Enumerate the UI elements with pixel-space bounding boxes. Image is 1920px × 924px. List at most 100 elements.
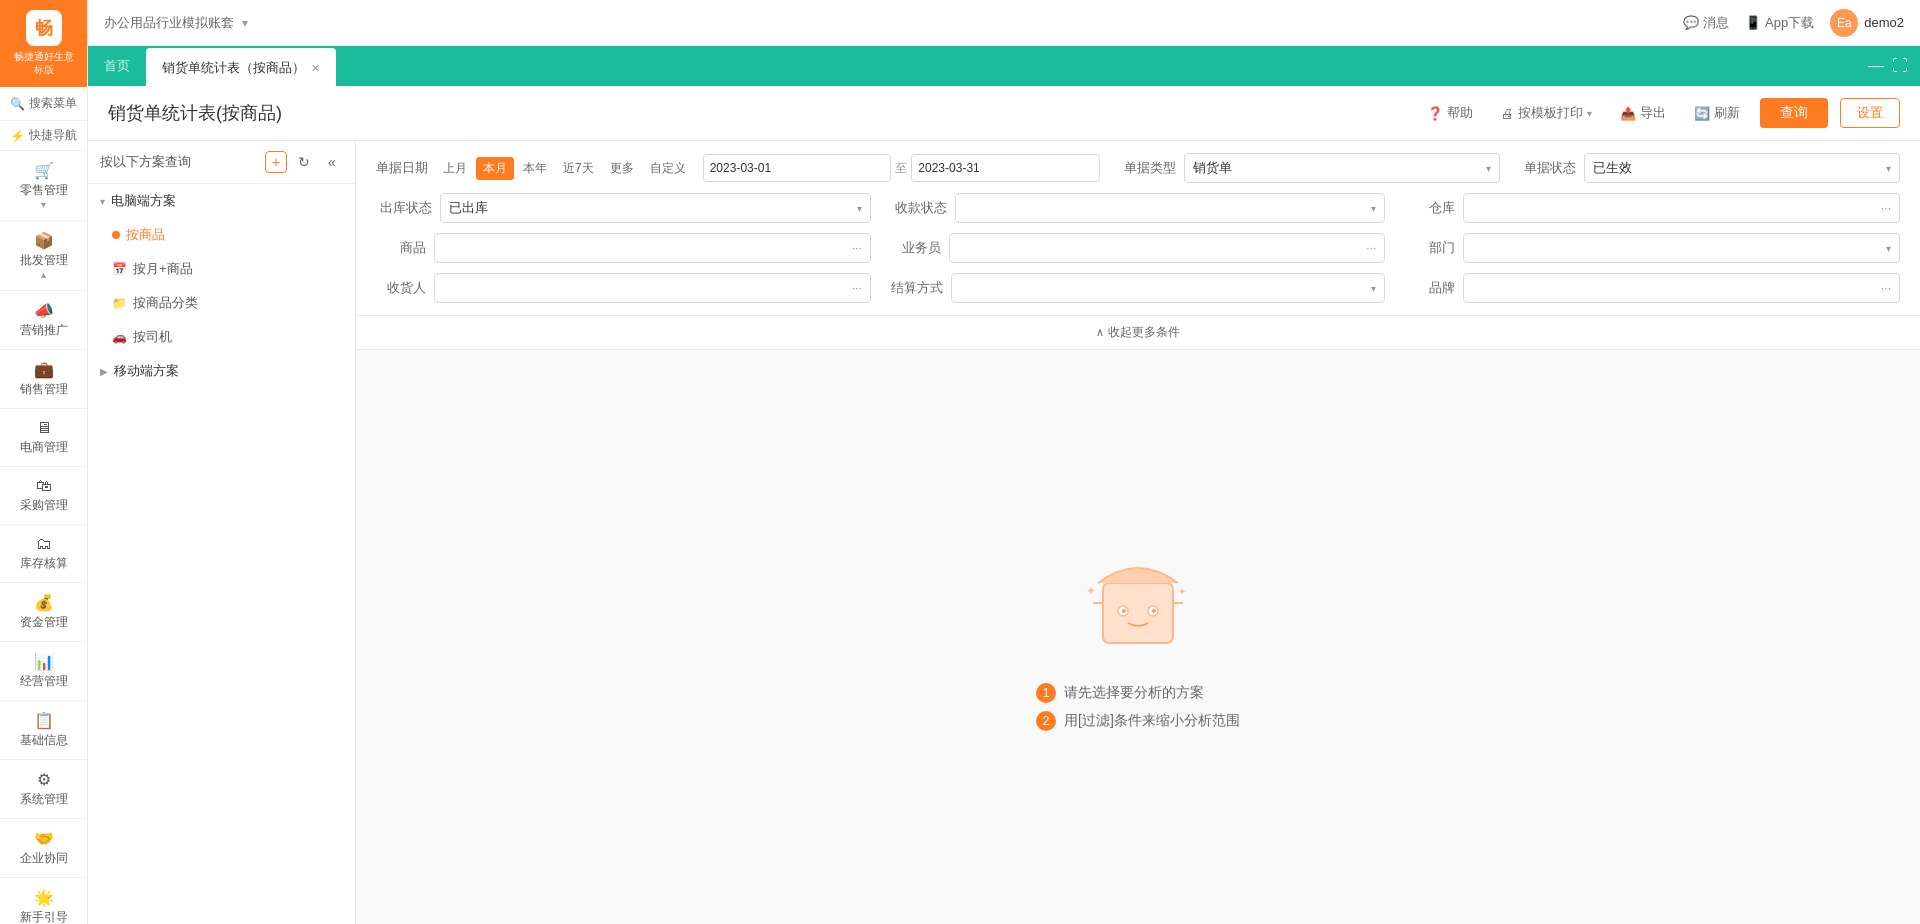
base-icon: 📋 — [34, 711, 54, 730]
tree-section-mobile[interactable]: ▶ 移动端方案 — [88, 354, 355, 388]
sidebar-item-system[interactable]: ⚙ 系统管理 — [0, 760, 87, 819]
sidebar-item-retail[interactable]: 🛒 零售管理 ▾ — [0, 151, 87, 221]
date-btn-7days[interactable]: 近7天 — [556, 157, 601, 180]
sidebar-logo[interactable]: 畅 畅捷通好生意 标版 — [0, 0, 87, 87]
salesman-more-icon[interactable]: ··· — [1366, 241, 1376, 255]
export-icon: 📤 — [1620, 106, 1636, 121]
tab-close-icon[interactable]: ✕ — [311, 62, 320, 75]
sidebar-quicknav[interactable]: ⚡ 快捷导航 — [0, 121, 87, 151]
date-btn-this-year[interactable]: 本年 — [516, 157, 554, 180]
month-icon: 📅 — [112, 262, 127, 276]
export-btn[interactable]: 📤 导出 — [1612, 100, 1674, 126]
message-action[interactable]: 💬 消息 — [1683, 14, 1729, 32]
date-to-input[interactable] — [911, 154, 1100, 182]
sidebar-item-finance[interactable]: 💰 资金管理 — [0, 583, 87, 642]
tab-minimize-btn[interactable]: — — [1868, 57, 1884, 75]
sidebar-item-inventory[interactable]: 🗂 库存核算 — [0, 525, 87, 583]
receiptstatus-dropdown[interactable]: ▾ — [955, 193, 1386, 223]
tree-section-desktop[interactable]: ▾ 电脑端方案 — [88, 184, 355, 218]
print-dropdown-icon[interactable]: ▾ — [1587, 108, 1592, 119]
brand-label: 品牌 — [1405, 279, 1455, 297]
help-btn[interactable]: ❓ 帮助 — [1419, 100, 1481, 126]
doctype-dropdown[interactable]: 销货单 ▾ — [1184, 153, 1500, 183]
goods-dropdown[interactable]: ··· — [434, 233, 871, 263]
filter-cell-receiver: 收货人 ··· — [376, 273, 871, 303]
warehouse-dropdown[interactable]: ··· — [1463, 193, 1900, 223]
sidebar-item-ecommerce[interactable]: 🖥 电商管理 — [0, 409, 87, 467]
quicknav-icon: ⚡ — [10, 129, 25, 143]
base-label: 基础信息 — [20, 732, 68, 749]
outstatus-value: 已出库 — [449, 199, 488, 217]
warehouse-label: 仓库 — [1405, 199, 1455, 217]
warehouse-more-icon[interactable]: ··· — [1881, 201, 1891, 215]
date-btn-last-month[interactable]: 上月 — [436, 157, 474, 180]
tree-item-by-category[interactable]: 📁 按商品分类 — [88, 286, 355, 320]
newbie-icon: 🌟 — [34, 888, 54, 907]
collapse-bar[interactable]: ∧ 收起更多条件 — [356, 316, 1920, 350]
date-btn-custom[interactable]: 自定义 — [643, 157, 693, 180]
department-dropdown[interactable]: ▾ — [1463, 233, 1900, 263]
print-btn[interactable]: 🖨 按模板打印 ▾ — [1493, 100, 1600, 126]
docstatus-dropdown[interactable]: 已生效 ▾ — [1584, 153, 1900, 183]
brand-more-icon[interactable]: ··· — [1881, 281, 1891, 295]
settlement-arrow: ▾ — [1371, 283, 1376, 294]
date-separator: 至 — [895, 160, 907, 177]
filter-cell-salesman: 业务员 ··· — [891, 233, 1386, 263]
receiver-more-icon[interactable]: ··· — [852, 281, 862, 295]
receiver-dropdown[interactable]: ··· — [434, 273, 871, 303]
collapse-up-icon: ∧ — [1096, 326, 1104, 339]
tab-home[interactable]: 首页 — [88, 46, 146, 86]
svg-text:✦: ✦ — [1086, 584, 1096, 598]
inventory-label: 库存核算 — [20, 555, 68, 572]
sidebar-item-newbie[interactable]: 🌟 新手引导 — [0, 878, 87, 924]
query-button[interactable]: 查询 — [1760, 98, 1828, 128]
refresh-scheme-btn[interactable]: ↻ — [293, 151, 315, 173]
outstatus-arrow: ▾ — [857, 203, 862, 214]
salesman-dropdown[interactable]: ··· — [949, 233, 1386, 263]
tree-item-by-goods[interactable]: 按商品 — [88, 218, 355, 252]
tab-report[interactable]: 销货单统计表（按商品） ✕ — [146, 48, 336, 88]
tree-arrow-desktop: ▾ — [100, 196, 105, 207]
outstatus-dropdown[interactable]: 已出库 ▾ — [440, 193, 871, 223]
sidebar-item-base[interactable]: 📋 基础信息 — [0, 701, 87, 760]
app-download-action[interactable]: 📱 App下载 — [1745, 14, 1814, 32]
sidebar-item-marketing[interactable]: 📣 营销推广 — [0, 291, 87, 350]
refresh-label: 刷新 — [1714, 104, 1740, 122]
collapse-panel-btn[interactable]: « — [321, 151, 343, 173]
left-panel: 按以下方案查询 + ↻ « ▾ 电脑端方案 按商品 — [88, 141, 356, 924]
add-scheme-btn[interactable]: + — [265, 151, 287, 173]
tip-num-2: 2 — [1036, 711, 1056, 731]
sidebar-item-enterprise[interactable]: 🤝 企业协同 — [0, 819, 87, 878]
tab-report-label: 销货单统计表（按商品） — [162, 59, 305, 77]
setting-button[interactable]: 设置 — [1840, 98, 1900, 128]
retail-label: 零售管理 — [20, 182, 68, 199]
date-btn-this-month[interactable]: 本月 — [476, 157, 514, 180]
svg-point-4 — [1152, 609, 1156, 613]
salesman-label: 业务员 — [891, 239, 941, 257]
right-content: 单据日期 上月 本月 本年 近7天 更多 自定义 — [356, 141, 1920, 924]
sidebar-item-operations[interactable]: 📊 经营管理 — [0, 642, 87, 701]
username: demo2 — [1864, 15, 1904, 30]
sidebar-item-wholesale[interactable]: 📦 批发管理 ▴ — [0, 221, 87, 291]
wholesale-arrow: ▴ — [41, 269, 46, 280]
settlement-dropdown[interactable]: ▾ — [951, 273, 1386, 303]
ecommerce-icon: 🖥 — [36, 419, 52, 437]
date-btn-more[interactable]: 更多 — [603, 157, 641, 180]
sidebar-item-purchase[interactable]: 🛍 采购管理 — [0, 467, 87, 525]
date-from-input[interactable] — [703, 154, 892, 182]
tree-item-by-month-goods[interactable]: 📅 按月+商品 — [88, 252, 355, 286]
brand-dropdown[interactable]: ··· — [1463, 273, 1900, 303]
sidebar-search[interactable]: 🔍 搜索菜单 — [0, 87, 87, 121]
user-menu[interactable]: Ea demo2 — [1830, 9, 1904, 37]
category-icon: 📁 — [112, 296, 127, 310]
logo-icon: 畅 — [26, 10, 62, 46]
tree-item-by-driver[interactable]: 🚗 按司机 — [88, 320, 355, 354]
finance-label: 资金管理 — [20, 614, 68, 631]
refresh-btn[interactable]: 🔄 刷新 — [1686, 100, 1748, 126]
goods-more-icon[interactable]: ··· — [852, 241, 862, 255]
topbar-dropdown-arrow[interactable]: ▾ — [242, 16, 248, 30]
tab-maximize-btn[interactable]: ⛶ — [1892, 57, 1908, 75]
sidebar-item-sales[interactable]: 💼 销售管理 — [0, 350, 87, 409]
tabbar: 首页 销货单统计表（按商品） ✕ — ⛶ — [88, 46, 1920, 86]
doctype-value: 销货单 — [1193, 159, 1232, 177]
